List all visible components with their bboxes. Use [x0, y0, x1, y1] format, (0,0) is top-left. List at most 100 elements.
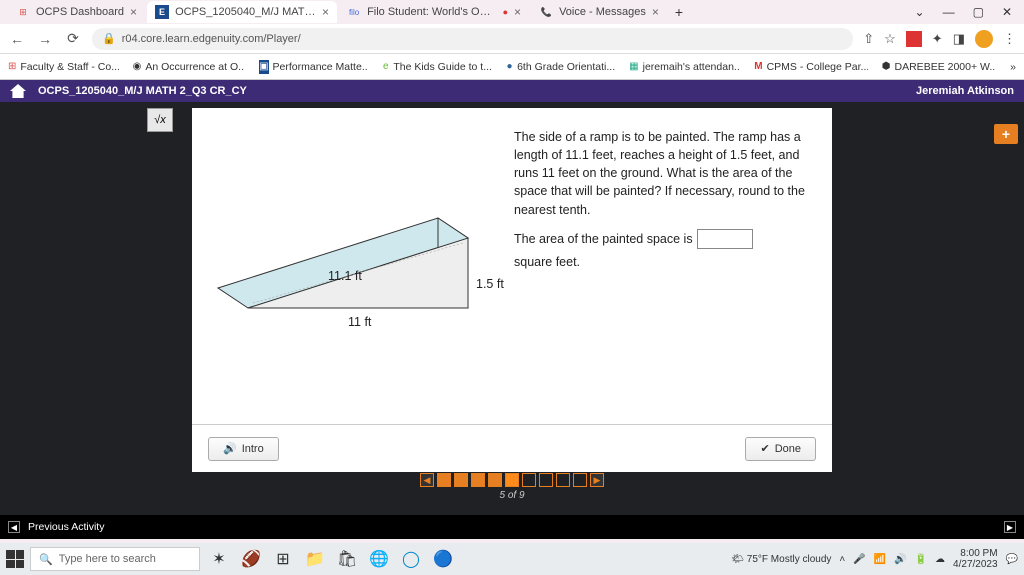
progress-next[interactable]: ▶: [590, 473, 604, 487]
task-view-icon[interactable]: ⊞: [270, 546, 296, 572]
tab-title: OCPS_1205040_M/J MATH 2_Q3: [175, 6, 316, 18]
side-panel-icon[interactable]: ◨: [953, 31, 965, 47]
tab-title: Filo Student: World's Only Li: [367, 6, 497, 18]
bookmark[interactable]: MCPMS - College Par...: [754, 60, 868, 74]
extension-icon[interactable]: [906, 31, 922, 47]
cloud-icon[interactable]: ☁: [935, 554, 945, 565]
close-icon[interactable]: ×: [514, 5, 521, 19]
bookmark-icon: ●: [506, 60, 513, 74]
back-button[interactable]: ←: [8, 31, 26, 47]
bookmark[interactable]: ◉An Occurrence at O...: [133, 60, 245, 74]
browser-tab[interactable]: filo Filo Student: World's Only Li ● ×: [339, 1, 529, 23]
close-icon[interactable]: ×: [652, 5, 659, 19]
bookmark[interactable]: ▣Performance Matte...: [259, 60, 368, 74]
chrome-icon[interactable]: 🔵: [430, 546, 456, 572]
audio-icon: 🔊: [223, 442, 237, 455]
app-icon[interactable]: ◯: [398, 546, 424, 572]
bookmarks-overflow[interactable]: »: [1010, 61, 1016, 73]
close-window-icon[interactable]: ✕: [1002, 5, 1012, 19]
intro-button[interactable]: 🔊 Intro: [208, 437, 279, 461]
clock[interactable]: 8:00 PM 4/27/2023: [953, 548, 998, 570]
taskbar: 🔍 Type here to search ✶ 🏈 ⊞ 📁 🛍 🌐 ◯ 🔵 🌤 …: [0, 543, 1024, 575]
answer-prefix: The area of the painted space is: [514, 230, 693, 248]
minimize-icon[interactable]: —: [943, 5, 955, 19]
bookmark-icon: ◉: [133, 60, 142, 74]
progress-cell[interactable]: [505, 473, 519, 487]
tab-favicon: 📞: [539, 5, 553, 19]
answer-input[interactable]: [697, 229, 753, 249]
progress-cell[interactable]: [437, 473, 451, 487]
diagram: 11.1 ft 1.5 ft 11 ft: [208, 128, 508, 418]
course-header: OCPS_1205040_M/J MATH 2_Q3 CR_CY Jeremia…: [0, 80, 1024, 102]
taskbar-app-icon[interactable]: ✶: [206, 546, 232, 572]
battery-icon[interactable]: 🔋: [915, 554, 927, 565]
notifications-icon[interactable]: 💬: [1006, 554, 1018, 565]
close-icon[interactable]: ×: [130, 5, 137, 19]
browser-tab-active[interactable]: E OCPS_1205040_M/J MATH 2_Q3 ×: [147, 1, 337, 23]
taskbar-app-icon[interactable]: 🏈: [238, 546, 264, 572]
edge-icon[interactable]: 🌐: [366, 546, 392, 572]
progress-prev[interactable]: ◀: [420, 473, 434, 487]
math-tool-button[interactable]: √x: [147, 108, 173, 132]
height-label: 1.5 ft: [476, 277, 504, 291]
volume-icon[interactable]: 🔊: [894, 554, 906, 565]
star-icon[interactable]: ☆: [884, 31, 896, 47]
progress-cell[interactable]: [488, 473, 502, 487]
progress-cell[interactable]: [454, 473, 468, 487]
done-button[interactable]: ✔ Done: [745, 437, 816, 461]
content-footer: 🔊 Intro ✔ Done: [192, 424, 832, 472]
hypotenuse-label: 11.1 ft: [328, 269, 362, 283]
close-icon[interactable]: ×: [322, 5, 329, 19]
activity-nav-bar: ◀ Previous Activity ▶: [0, 515, 1024, 539]
window-controls: ⌄ — ▢ ✕: [915, 5, 1024, 19]
progress-cell[interactable]: [556, 473, 570, 487]
taskbar-search[interactable]: 🔍 Type here to search: [30, 547, 200, 571]
profile-avatar[interactable]: [975, 30, 993, 48]
progress-cell[interactable]: [522, 473, 536, 487]
bookmark[interactable]: ●6th Grade Orientati...: [506, 60, 615, 74]
start-button[interactable]: [6, 550, 24, 568]
bookmark[interactable]: eThe Kids Guide to t...: [382, 60, 492, 74]
ramp-figure: 11.1 ft 1.5 ft 11 ft: [208, 208, 508, 348]
tab-title: Voice - Messages: [559, 6, 646, 18]
browser-tab[interactable]: ⊞ OCPS Dashboard ×: [8, 1, 145, 23]
tab-favicon: ⊞: [16, 5, 30, 19]
reload-button[interactable]: ⟳: [64, 30, 82, 47]
new-tab-button[interactable]: +: [669, 4, 689, 20]
prev-activity-label[interactable]: Previous Activity: [28, 521, 104, 533]
progress-cell[interactable]: [471, 473, 485, 487]
user-name: Jeremiah Atkinson: [916, 85, 1014, 97]
prev-activity-arrow[interactable]: ◀: [8, 521, 20, 533]
add-button[interactable]: +: [994, 124, 1018, 144]
progress-text: 5 of 9: [420, 490, 604, 501]
progress-cell[interactable]: [573, 473, 587, 487]
chevron-down-icon[interactable]: ⌄: [915, 5, 925, 19]
tab-title: OCPS Dashboard: [36, 6, 124, 18]
system-tray: 🌤 75°F Mostly cloudy ˄ 🎤 📶 🔊 🔋 ☁ 8:00 PM…: [731, 548, 1018, 570]
url-input[interactable]: 🔒 r04.core.learn.edgenuity.com/Player/: [92, 28, 853, 50]
browser-tab-strip: ⊞ OCPS Dashboard × E OCPS_1205040_M/J MA…: [0, 0, 1024, 24]
answer-suffix: square feet.: [514, 253, 580, 271]
store-icon[interactable]: 🛍: [334, 546, 360, 572]
bookmark-icon: ▣: [259, 60, 268, 74]
answer-line: The area of the painted space is square …: [514, 229, 816, 271]
bookmark[interactable]: ▦jeremaih's attendan...: [629, 60, 740, 74]
browser-tab[interactable]: 📞 Voice - Messages ×: [531, 1, 667, 23]
maximize-icon[interactable]: ▢: [973, 5, 984, 19]
tray-chevron-icon[interactable]: ˄: [839, 554, 845, 565]
lock-icon: 🔒: [102, 32, 116, 45]
forward-button[interactable]: →: [36, 31, 54, 47]
next-activity-arrow[interactable]: ▶: [1004, 521, 1016, 533]
bookmark[interactable]: ⊞Faculty & Staff - Co...: [8, 60, 119, 74]
extensions-icon[interactable]: ✦: [932, 31, 943, 47]
share-icon[interactable]: ⇧: [863, 31, 874, 47]
home-icon[interactable]: [10, 84, 26, 98]
menu-icon[interactable]: ⋮: [1003, 31, 1016, 47]
progress-cell[interactable]: [539, 473, 553, 487]
weather-widget[interactable]: 🌤 75°F Mostly cloudy: [731, 554, 831, 565]
bookmark[interactable]: ⬢DAREBEE 2000+ W...: [882, 60, 996, 74]
course-title: OCPS_1205040_M/J MATH 2_Q3 CR_CY: [38, 85, 247, 97]
network-icon[interactable]: 📶: [874, 554, 886, 565]
file-explorer-icon[interactable]: 📁: [302, 546, 328, 572]
mic-icon[interactable]: 🎤: [853, 554, 865, 565]
